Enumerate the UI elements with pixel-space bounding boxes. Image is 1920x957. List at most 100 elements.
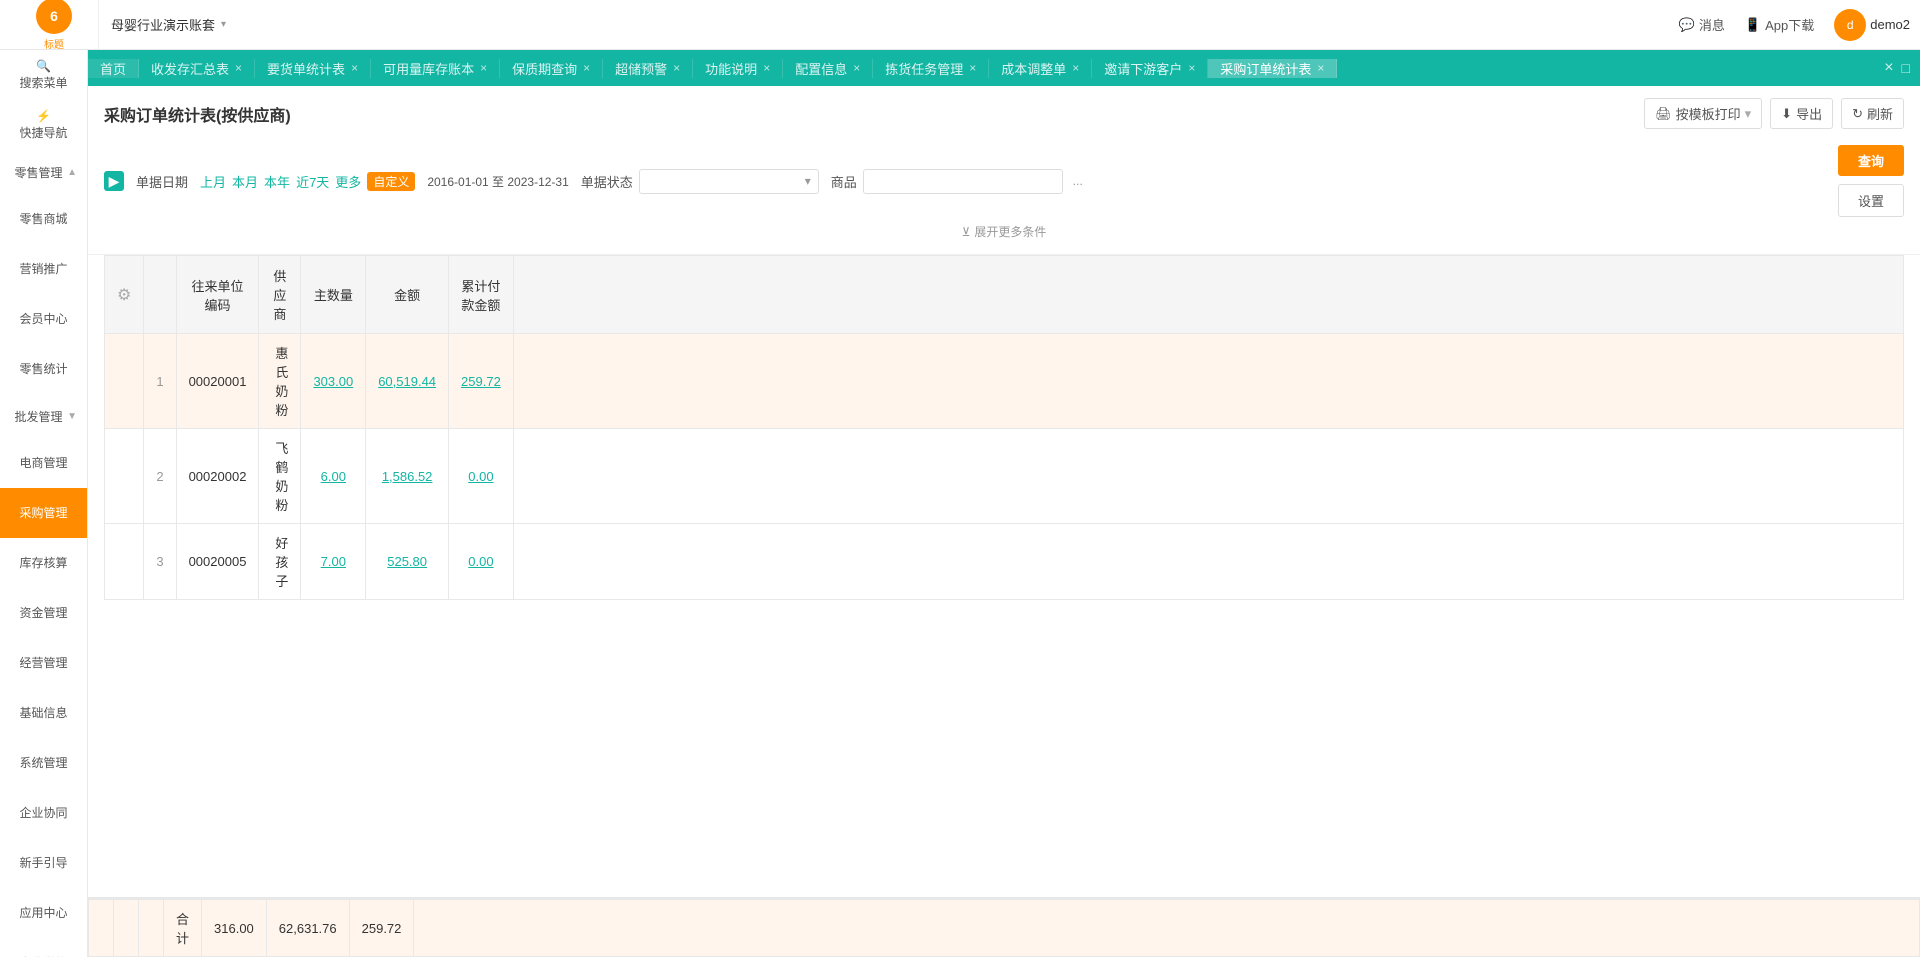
close-all-tabs-icon[interactable]: × bbox=[1884, 59, 1893, 77]
sidebar-item-new-guide[interactable]: 新手引导 bbox=[0, 838, 87, 888]
tab-expiry-query-close-icon[interactable]: × bbox=[583, 61, 590, 75]
logo-area: 6 标题 bbox=[10, 0, 98, 51]
template-print-button[interactable]: 🖨 按模板打印 ▾ bbox=[1644, 98, 1762, 129]
query-button[interactable]: 查询 bbox=[1838, 145, 1904, 176]
sidebar-item-quick-nav[interactable]: ⚡ 快捷导航 bbox=[0, 100, 87, 150]
tab-picking-task-close-icon[interactable]: × bbox=[969, 61, 976, 75]
tab-overstock-warning[interactable]: 超储预警 × bbox=[603, 59, 693, 78]
sidebar-item-enterprise-collab[interactable]: 企业协同 bbox=[0, 788, 87, 838]
sidebar-item-retail-stats[interactable]: 零售统计 bbox=[0, 344, 87, 394]
date-shortcut-last-month[interactable]: 上月 bbox=[200, 172, 226, 191]
sidebar-item-basic-info[interactable]: 基础信息 bbox=[0, 688, 87, 738]
workspace-selector[interactable]: 母婴行业演示账套 ▾ bbox=[98, 0, 244, 49]
filter-query-btn-col: 查询 设置 bbox=[1838, 145, 1904, 217]
top-bar-right: 💬 消息 📱 App下载 d demo2 bbox=[1679, 9, 1910, 41]
row-supplier-code-cell: 00020001 bbox=[176, 334, 259, 429]
tab-function-desc-close-icon[interactable]: × bbox=[763, 61, 770, 75]
tab-cost-adjust[interactable]: 成本调整单 × bbox=[989, 59, 1092, 78]
tab-config-info-close-icon[interactable]: × bbox=[853, 61, 860, 75]
sidebar-item-enterprise-wechat[interactable]: 企业微信 bbox=[0, 938, 87, 957]
tab-receive-send-summary-close-icon[interactable]: × bbox=[235, 61, 242, 75]
row-supplier-name-cell: 好孩子 bbox=[259, 524, 301, 600]
restore-tab-icon[interactable]: □ bbox=[1902, 60, 1910, 76]
goods-filter-input[interactable] bbox=[863, 169, 1063, 194]
goods-filter-more-icon[interactable]: ... bbox=[1073, 174, 1083, 188]
sidebar-item-ops-mgmt[interactable]: 经营管理 bbox=[0, 638, 87, 688]
sidebar-item-purchase-mgmt[interactable]: 采购管理 bbox=[0, 488, 87, 538]
row-paid-amount-cell[interactable]: 259.72 bbox=[449, 334, 514, 429]
row-paid-amount-cell[interactable]: 0.00 bbox=[449, 524, 514, 600]
sidebar-item-wholesale-mgmt[interactable]: 批发管理 ▼ bbox=[0, 394, 87, 438]
tab-cost-adjust-close-icon[interactable]: × bbox=[1072, 61, 1079, 75]
sidebar-item-search[interactable]: 🔍 搜索菜单 bbox=[0, 50, 87, 100]
export-button[interactable]: ⬇ 导出 bbox=[1770, 98, 1833, 129]
sidebar-item-ecommerce-mgmt[interactable]: 电商管理 bbox=[0, 438, 87, 488]
sidebar-item-retail-mgmt[interactable]: 零售管理 ▲ bbox=[0, 150, 87, 194]
row-paid-amount-cell[interactable]: 0.00 bbox=[449, 429, 514, 524]
sidebar-new-guide-label: 新手引导 bbox=[19, 855, 67, 872]
tab-function-desc[interactable]: 功能说明 × bbox=[693, 59, 783, 78]
table-area: ⚙ 往来单位编码 供应商 主数量 金额 累计付款金额 bbox=[88, 255, 1920, 897]
tab-config-info[interactable]: 配置信息 × bbox=[783, 59, 873, 78]
row-quantity-cell[interactable]: 303.00 bbox=[301, 334, 366, 429]
row-amount-cell[interactable]: 1,586.52 bbox=[366, 429, 449, 524]
footer-table: 合计 316.00 62,631.76 259.72 bbox=[88, 899, 1920, 957]
table-header-row: ⚙ 往来单位编码 供应商 主数量 金额 累计付款金额 bbox=[105, 256, 1904, 334]
table-row: 2 00020002 飞鹤奶粉 6.00 1,586.52 0.00 bbox=[105, 429, 1904, 524]
filter-toggle-button[interactable]: ▶ bbox=[104, 171, 124, 191]
date-shortcut-more[interactable]: 更多 bbox=[335, 172, 361, 191]
tab-available-inventory[interactable]: 可用量库存账本 × bbox=[371, 59, 500, 78]
sidebar-item-inventory[interactable]: 库存核算 bbox=[0, 538, 87, 588]
message-btn[interactable]: 💬 消息 bbox=[1679, 15, 1725, 34]
tab-picking-task[interactable]: 拣货任务管理 × bbox=[873, 59, 989, 78]
template-print-dropdown-icon: ▾ bbox=[1745, 106, 1752, 122]
tab-home[interactable]: 首页 bbox=[88, 59, 139, 78]
refresh-button[interactable]: ↻ 刷新 bbox=[1841, 98, 1904, 129]
sidebar-item-system-mgmt[interactable]: 系统管理 bbox=[0, 738, 87, 788]
table-settings-icon[interactable]: ⚙ bbox=[117, 287, 131, 304]
sidebar-system-mgmt-label: 系统管理 bbox=[19, 755, 67, 772]
row-quantity-cell[interactable]: 7.00 bbox=[301, 524, 366, 600]
tab-purchase-order-stats[interactable]: 采购订单统计表 × bbox=[1208, 59, 1337, 78]
user-name: demo2 bbox=[1870, 17, 1910, 32]
sidebar-item-marketing[interactable]: 营销推广 bbox=[0, 244, 87, 294]
row-settings-cell bbox=[105, 334, 144, 429]
retail-mgmt-arrow-icon: ▲ bbox=[67, 167, 77, 178]
tab-purchase-order-stats-close-icon[interactable]: × bbox=[1317, 61, 1324, 75]
date-shortcut-this-month[interactable]: 本月 bbox=[232, 172, 258, 191]
goods-filter-field: 商品 ... bbox=[831, 169, 1083, 194]
tab-invite-downstream-close-icon[interactable]: × bbox=[1188, 61, 1195, 75]
tab-order-stats[interactable]: 要货单统计表 × bbox=[255, 59, 371, 78]
sidebar-item-finance-mgmt[interactable]: 资金管理 bbox=[0, 588, 87, 638]
tab-available-inventory-close-icon[interactable]: × bbox=[480, 61, 487, 75]
filter-toggle-icon: ▶ bbox=[109, 173, 120, 190]
sidebar-inventory-label: 库存核算 bbox=[19, 555, 67, 572]
col-header-empty bbox=[513, 256, 1903, 334]
tab-order-stats-close-icon[interactable]: × bbox=[351, 61, 358, 75]
tab-invite-downstream[interactable]: 邀请下游客户 × bbox=[1092, 59, 1208, 78]
tab-receive-send-summary[interactable]: 收发存汇总表 × bbox=[139, 59, 255, 78]
footer-paid-amount: 259.72 bbox=[349, 900, 414, 957]
sidebar-item-app-center[interactable]: 应用中心 bbox=[0, 888, 87, 938]
settings-button[interactable]: 设置 bbox=[1838, 184, 1904, 217]
data-table: ⚙ 往来单位编码 供应商 主数量 金额 累计付款金额 bbox=[104, 255, 1904, 600]
footer-supplier-label: 合计 bbox=[164, 900, 202, 957]
tab-overstock-warning-close-icon[interactable]: × bbox=[673, 61, 680, 75]
date-custom-badge[interactable]: 自定义 bbox=[367, 172, 415, 191]
sidebar-item-member-center[interactable]: 会员中心 bbox=[0, 294, 87, 344]
row-amount-cell[interactable]: 60,519.44 bbox=[366, 334, 449, 429]
expand-row: ⊻ 展开更多条件 bbox=[104, 217, 1904, 246]
date-shortcut-this-year[interactable]: 本年 bbox=[264, 172, 290, 191]
date-shortcut-7days[interactable]: 近7天 bbox=[296, 172, 329, 191]
tab-expiry-query[interactable]: 保质期查询 × bbox=[500, 59, 603, 78]
row-quantity-cell[interactable]: 6.00 bbox=[301, 429, 366, 524]
retail-mgmt-label: 零售管理 bbox=[10, 164, 67, 181]
row-amount-cell[interactable]: 525.80 bbox=[366, 524, 449, 600]
status-select[interactable] bbox=[639, 169, 819, 194]
user-avatar: d bbox=[1834, 9, 1866, 41]
user-area[interactable]: d demo2 bbox=[1834, 9, 1910, 41]
app-download-btn[interactable]: 📱 App下载 bbox=[1745, 15, 1814, 34]
row-empty-cell bbox=[513, 429, 1903, 524]
expand-more-conditions-button[interactable]: ⊻ 展开更多条件 bbox=[962, 223, 1047, 240]
sidebar-item-retail-mall[interactable]: 零售商城 bbox=[0, 194, 87, 244]
